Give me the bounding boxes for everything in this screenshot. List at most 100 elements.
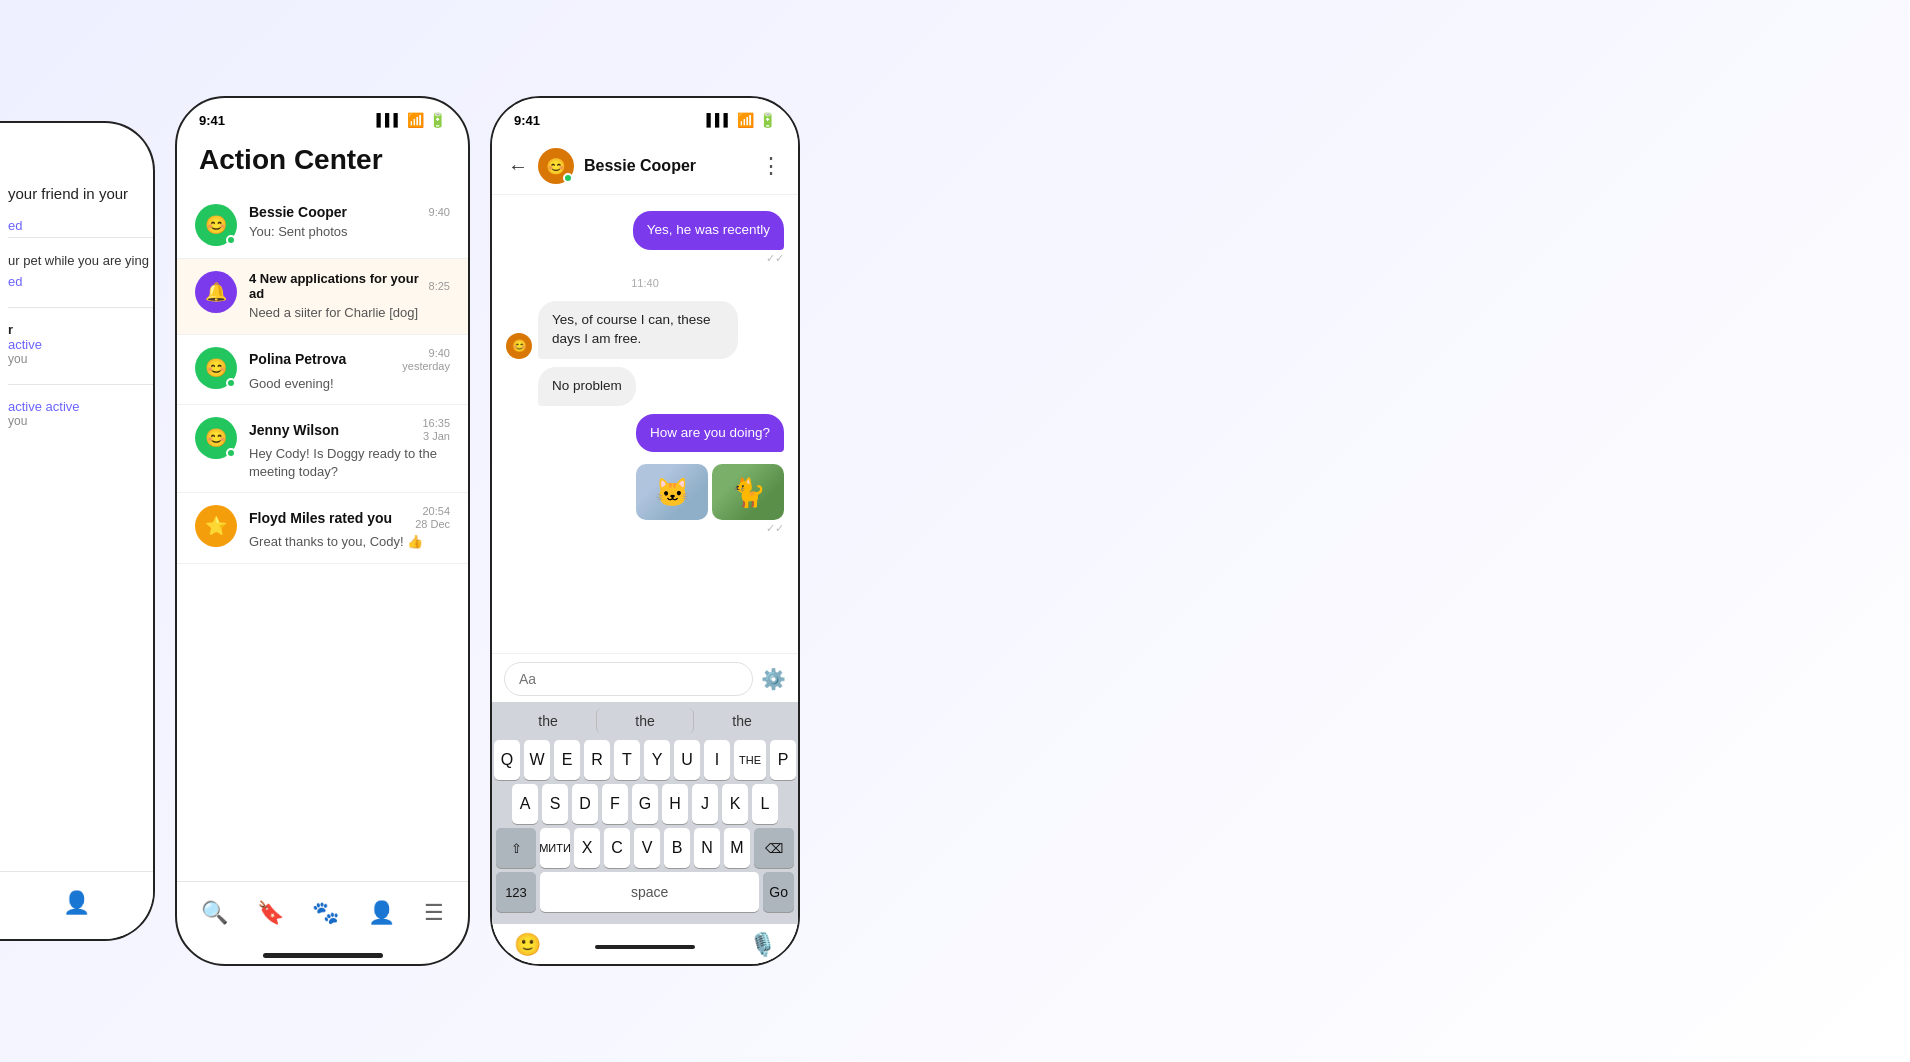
- chat-contact-name: Bessie Cooper: [584, 157, 750, 175]
- msg-avatar-bessie: 😊: [506, 333, 532, 359]
- key-s[interactable]: S: [542, 784, 568, 824]
- p1-divider3: [8, 384, 155, 385]
- key-g[interactable]: G: [632, 784, 658, 824]
- notif-time-bessie: 9:40: [429, 206, 450, 218]
- key-go[interactable]: Go: [763, 872, 794, 912]
- msg-bubble-received-2: No problem: [538, 367, 636, 406]
- key-f[interactable]: F: [602, 784, 628, 824]
- home-indicator: [263, 953, 383, 958]
- key-w[interactable]: W: [524, 740, 550, 780]
- keyboard: the the the Q W E R T Y U I THE P A S: [492, 702, 798, 924]
- key-miti[interactable]: МИТИ: [540, 828, 570, 868]
- key-the[interactable]: THE: [734, 740, 766, 780]
- key-a[interactable]: A: [512, 784, 538, 824]
- nav-profile-icon[interactable]: 👤: [63, 890, 90, 916]
- phone-1: your friend in your ed ur pet while you …: [0, 121, 155, 941]
- p1-active2: active active: [8, 399, 155, 414]
- suggest-3[interactable]: the: [694, 708, 790, 734]
- notif-body-polina: Polina Petrova 9:40 yesterday Good eveni…: [249, 347, 450, 393]
- notif-date-polina: yesterday: [402, 360, 450, 372]
- phone2-nav: 🔍 🔖 🐾 👤 ☰: [177, 881, 468, 953]
- notif-avatar-floyd: ⭐: [195, 505, 237, 547]
- notif-jenny[interactable]: 😊 Jenny Wilson 16:35 3 Jan Hey Cody! Is …: [177, 405, 468, 493]
- phone3-status-bar: 9:41 ▌▌▌ 📶 🔋: [492, 98, 798, 134]
- key-n[interactable]: N: [694, 828, 720, 868]
- suggest-1[interactable]: the: [500, 708, 596, 734]
- key-h[interactable]: H: [662, 784, 688, 824]
- key-shift[interactable]: ⇧: [496, 828, 536, 868]
- keyboard-row-2: A S D F G H J K L: [496, 784, 794, 824]
- key-k[interactable]: K: [722, 784, 748, 824]
- notif-time-jenny: 16:35: [422, 417, 450, 429]
- p1-small1: you: [8, 352, 155, 366]
- nav-search-icon[interactable]: 🔍: [201, 900, 228, 926]
- back-button[interactable]: ←: [508, 155, 528, 178]
- emoji-picker-button[interactable]: ⚙️: [761, 667, 786, 691]
- notif-time-app: 8:25: [429, 280, 450, 292]
- key-y[interactable]: Y: [644, 740, 670, 780]
- phone3-signal-icon: ▌▌▌: [706, 113, 732, 127]
- online-indicator-polina: [226, 378, 236, 388]
- chat-online-dot: [563, 173, 573, 183]
- msg-bubble-received-1: Yes, of course I can, these days I am fr…: [538, 301, 738, 359]
- emoji-icon[interactable]: 🙂: [514, 932, 541, 958]
- key-d[interactable]: D: [572, 784, 598, 824]
- key-e[interactable]: E: [554, 740, 580, 780]
- key-u[interactable]: U: [674, 740, 700, 780]
- key-c[interactable]: C: [604, 828, 630, 868]
- msg-received-2: No problem: [506, 367, 784, 406]
- notif-floyd[interactable]: ⭐ Floyd Miles rated you 20:54 28 Dec Gre…: [177, 493, 468, 564]
- notif-time-polina: 9:40: [429, 347, 450, 359]
- battery-icon: 🔋: [429, 112, 446, 128]
- p1-divider: [8, 237, 155, 238]
- notif-body-bessie: Bessie Cooper 9:40 You: Sent photos: [249, 204, 450, 241]
- keyboard-row-3: ⇧ МИТИ X C V B N M ⌫: [496, 828, 794, 868]
- key-q[interactable]: Q: [494, 740, 520, 780]
- mic-icon[interactable]: 🎙️: [749, 932, 776, 958]
- key-x[interactable]: X: [574, 828, 600, 868]
- key-b[interactable]: B: [664, 828, 690, 868]
- p1-status2: ed: [8, 274, 155, 289]
- phone2-time: 9:41: [199, 113, 225, 128]
- notif-bessie[interactable]: 😊 Bessie Cooper 9:40 You: Sent photos: [177, 192, 468, 259]
- notif-name-bessie: Bessie Cooper: [249, 204, 347, 220]
- nav-profile-icon-2[interactable]: 👤: [368, 900, 395, 926]
- key-delete[interactable]: ⌫: [754, 828, 794, 868]
- phone3-time: 9:41: [514, 113, 540, 128]
- notif-msg-polina: Good evening!: [249, 375, 450, 393]
- key-j[interactable]: J: [692, 784, 718, 824]
- nav-paw-icon[interactable]: 🐾: [312, 900, 339, 926]
- key-p[interactable]: P: [770, 740, 796, 780]
- notif-name-polina: Polina Petrova: [249, 351, 346, 367]
- key-r[interactable]: R: [584, 740, 610, 780]
- msg-check-photos: ✓✓: [766, 522, 784, 535]
- msg-check-1: ✓✓: [766, 252, 784, 265]
- chat-more-button[interactable]: ⋮: [760, 153, 782, 179]
- key-i[interactable]: I: [704, 740, 730, 780]
- keyboard-row-1: Q W E R T Y U I THE P: [496, 740, 794, 780]
- phone-2: 9:41 ▌▌▌ 📶 🔋 Action Center 😊: [175, 96, 470, 966]
- key-t[interactable]: T: [614, 740, 640, 780]
- notif-name-app: 4 New applications for your ad: [249, 271, 429, 301]
- action-center-title: Action Center: [177, 134, 468, 192]
- key-space[interactable]: space: [540, 872, 759, 912]
- wifi-icon: 📶: [407, 112, 424, 128]
- online-indicator-jenny: [226, 448, 236, 458]
- key-v[interactable]: V: [634, 828, 660, 868]
- notif-applications[interactable]: 🔔 4 New applications for your ad 8:25 Ne…: [177, 259, 468, 335]
- msg-sent-1: Yes, he was recently ✓✓: [506, 211, 784, 265]
- notification-list: 😊 Bessie Cooper 9:40 You: Sent photos 🔔: [177, 192, 468, 881]
- nav-menu-icon-2[interactable]: ☰: [424, 900, 444, 926]
- key-l[interactable]: L: [752, 784, 778, 824]
- nav-bookmark-icon[interactable]: 🔖: [257, 900, 284, 926]
- chat-input-area: ⚙️: [492, 653, 798, 702]
- suggest-2[interactable]: the: [596, 708, 694, 734]
- phone-1-nav: 👤 ☰: [0, 871, 155, 941]
- msg-bubble-sent-2: How are you doing?: [636, 414, 784, 453]
- key-123[interactable]: 123: [496, 872, 536, 912]
- key-m[interactable]: M: [724, 828, 750, 868]
- chat-input[interactable]: [504, 662, 753, 696]
- p1-pet-text: ur pet while you are ying and caring ...: [8, 252, 155, 270]
- notif-polina[interactable]: 😊 Polina Petrova 9:40 yesterday Good eve…: [177, 335, 468, 406]
- phone2-status-icons: ▌▌▌ 📶 🔋: [376, 112, 446, 128]
